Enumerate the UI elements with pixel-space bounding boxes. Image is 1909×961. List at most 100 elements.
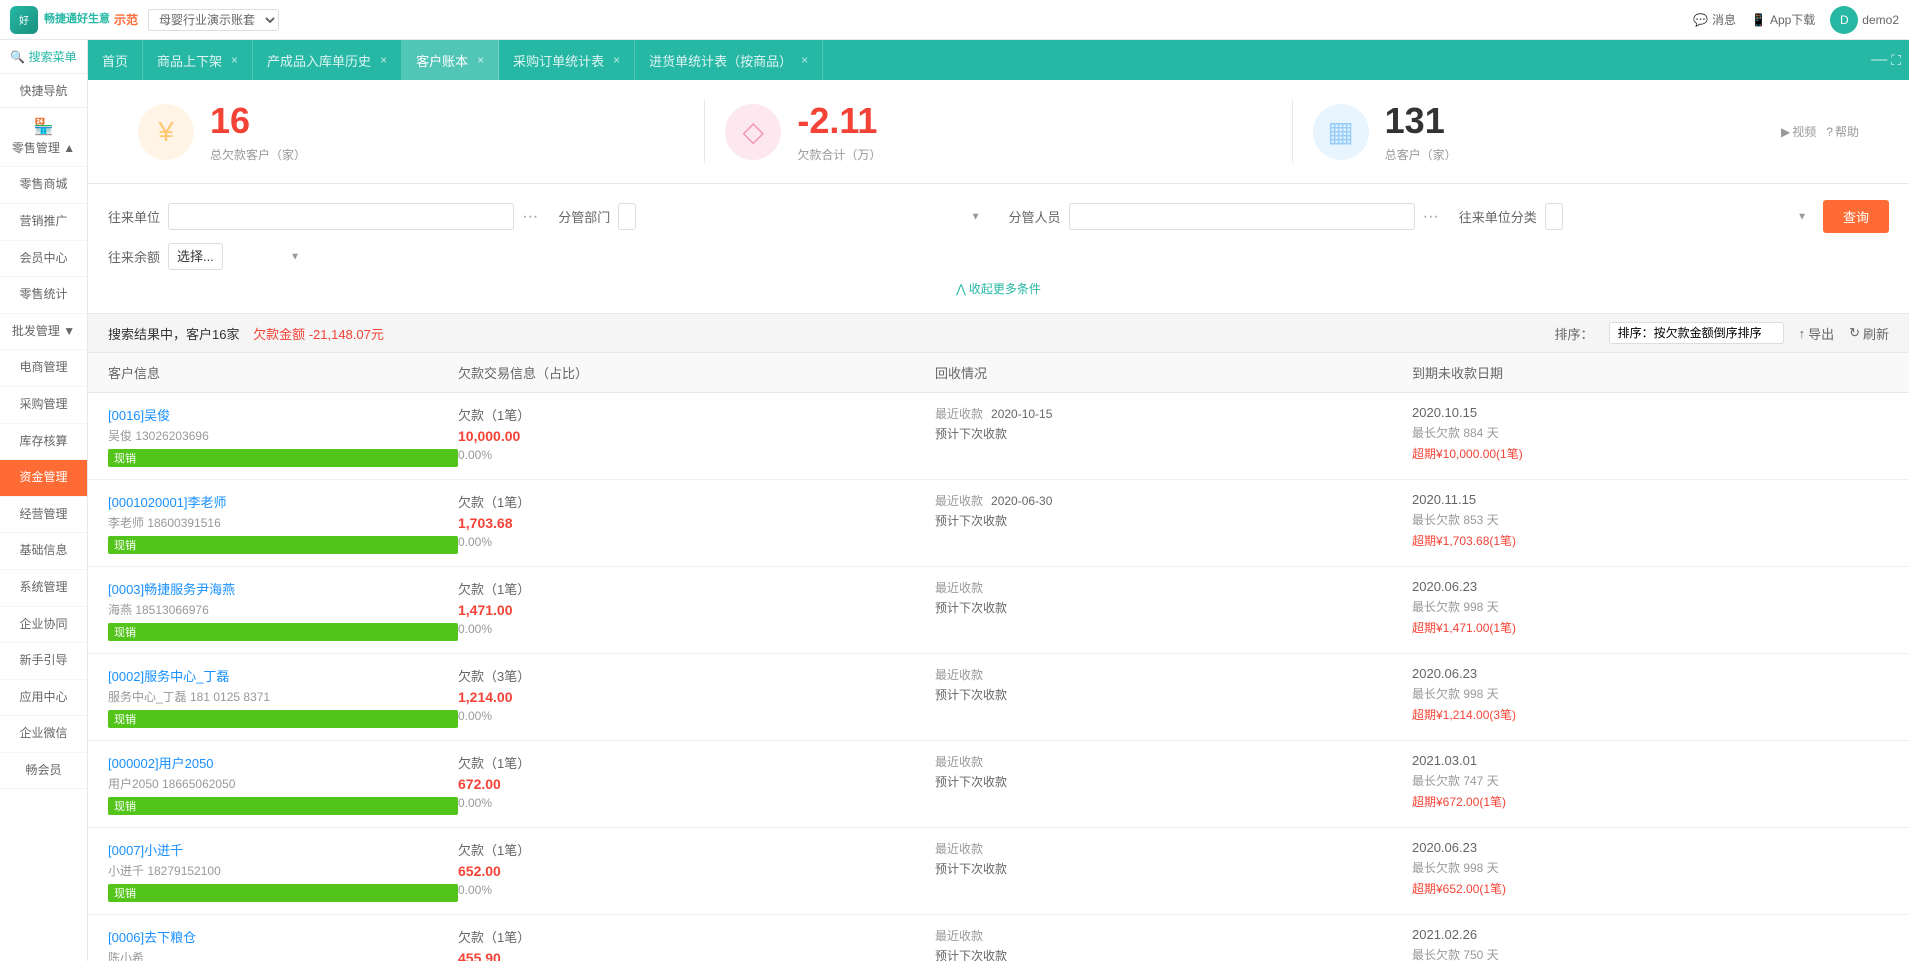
stat-card-total-customers: ▦ 131 总客户（家） ▶ 视频 ? 帮助 bbox=[1293, 100, 1879, 163]
customer-info-1: [0016]吴俊 吴俊 13026203696 现销 bbox=[108, 405, 458, 467]
sidebar-item-app-center[interactable]: 应用中心 bbox=[0, 680, 87, 717]
debt-percent-3: 0.00% bbox=[458, 622, 935, 636]
customer-name-6[interactable]: [0007]小迸千 bbox=[108, 840, 458, 859]
sidebar-item-retail-mall[interactable]: 零售商城 bbox=[0, 167, 87, 204]
overdue-amount-5[interactable]: 超期¥672.00(1笔) bbox=[1412, 793, 1889, 810]
total-customers-label: 总客户（家） bbox=[1385, 146, 1457, 163]
export-btn[interactable]: ↑ 导出 bbox=[1799, 324, 1835, 343]
debt-amount-7[interactable]: 455.90 bbox=[458, 950, 935, 961]
minimize-icon[interactable]: — bbox=[1871, 51, 1887, 69]
tab-close-purchase-order[interactable]: × bbox=[613, 53, 620, 67]
sidebar-item-member-plus[interactable]: 畅会员 bbox=[0, 753, 87, 790]
quick-nav-btn[interactable]: 快捷导航 bbox=[0, 74, 87, 108]
overdue-amount-1[interactable]: 超期¥10,000.00(1笔) bbox=[1412, 445, 1889, 462]
balance-select-wrapper: 选择... bbox=[168, 243, 308, 270]
debt-amount-6[interactable]: 652.00 bbox=[458, 863, 935, 879]
results-info: 搜索结果中，客户16家 欠款金额 -21,148.07元 bbox=[108, 324, 384, 343]
customer-phone-2: 李老师 18600391516 bbox=[108, 514, 458, 531]
sidebar-item-marketing[interactable]: 营销推广 bbox=[0, 204, 87, 241]
debt-amount-2[interactable]: 1,703.68 bbox=[458, 515, 935, 531]
sidebar-item-retail-mgmt[interactable]: 🏪 零售管理 ▲ bbox=[0, 108, 87, 167]
sidebar-item-ecommerce[interactable]: 电商管理 bbox=[0, 350, 87, 387]
manager-dots[interactable]: ··· bbox=[1423, 208, 1439, 226]
overdue-amount-4[interactable]: 超期¥1,214.00(3笔) bbox=[1412, 706, 1889, 723]
tab-production-history[interactable]: 产成品入库单历史 × bbox=[253, 40, 402, 80]
debt-info-1: 欠款（1笔） 10,000.00 0.00% bbox=[458, 405, 935, 462]
retail-mgmt-icon: 🏪 bbox=[6, 118, 81, 139]
customer-name-3[interactable]: [0003]畅捷服务尹海燕 bbox=[108, 579, 458, 598]
top-bar-right: 💬 消息 📱 App下载 D demo2 bbox=[1693, 6, 1899, 34]
table-row: [0016]吴俊 吴俊 13026203696 现销 欠款（1笔） 10,000… bbox=[88, 393, 1909, 480]
brand-label[interactable]: 示范 bbox=[114, 5, 138, 34]
app-download-btn[interactable]: 📱 App下载 bbox=[1751, 11, 1815, 28]
customer-name-4[interactable]: [0002]服务中心_丁磊 bbox=[108, 666, 458, 685]
filter-group-dept: 分管部门 bbox=[558, 203, 988, 230]
tab-close-product-listing[interactable]: × bbox=[231, 53, 238, 67]
th-due-date: 到期未收款日期 bbox=[1412, 363, 1889, 382]
logo-area: 好 畅捷通好生意 bbox=[10, 6, 110, 34]
manager-input[interactable] bbox=[1069, 203, 1415, 230]
avatar: D bbox=[1830, 6, 1858, 34]
sidebar-item-enterprise[interactable]: 企业协同 bbox=[0, 607, 87, 644]
dept-select[interactable] bbox=[618, 203, 636, 230]
debt-amount-5[interactable]: 672.00 bbox=[458, 776, 935, 792]
message-btn[interactable]: 💬 消息 bbox=[1693, 11, 1736, 28]
search-menu-btn[interactable]: 🔍 搜索菜单 bbox=[0, 40, 87, 74]
sidebar-item-wholesale-mgmt[interactable]: 批发管理 ▼ bbox=[0, 314, 87, 351]
collapse-icon: ⋀ bbox=[956, 282, 966, 296]
tab-close-production-history[interactable]: × bbox=[380, 53, 387, 67]
tab-home[interactable]: 首页 bbox=[88, 40, 143, 80]
customer-info-5: [000002]用户2050 用户2050 18665062050 现销 bbox=[108, 753, 458, 815]
debt-amount-3[interactable]: 1,471.00 bbox=[458, 602, 935, 618]
sidebar-item-operations[interactable]: 经营管理 bbox=[0, 497, 87, 534]
store-select[interactable]: 母婴行业演示账套 bbox=[148, 9, 279, 31]
sidebar-item-member[interactable]: 会员中心 bbox=[0, 241, 87, 278]
debt-amount-1[interactable]: 10,000.00 bbox=[458, 428, 935, 444]
customer-info-6: [0007]小迸千 小迸千 18279152100 现销 bbox=[108, 840, 458, 902]
customer-name-7[interactable]: [0006]去下粮仓 bbox=[108, 927, 458, 946]
view-btn[interactable]: ▶ 视频 bbox=[1781, 123, 1816, 140]
collapse-btn[interactable]: ⋀ 收起更多条件 bbox=[956, 280, 1041, 297]
tab-purchase-order[interactable]: 采购订单统计表 × bbox=[499, 40, 635, 80]
customer-name-5[interactable]: [000002]用户2050 bbox=[108, 753, 458, 772]
overdue-amount-6[interactable]: 超期¥652.00(1笔) bbox=[1412, 880, 1889, 897]
sidebar-item-retail-stats[interactable]: 零售统计 bbox=[0, 277, 87, 314]
maximize-icon[interactable]: ⛶ bbox=[1891, 52, 1901, 69]
help-icon: ? bbox=[1826, 125, 1833, 139]
content-area: 首页 商品上下架 × 产成品入库单历史 × 客户账本 × 采购订单统计表 × bbox=[88, 40, 1909, 961]
tab-close-incoming-stats[interactable]: × bbox=[801, 53, 808, 67]
due-info-5: 2021.03.01 最长欠款 747 天 超期¥672.00(1笔) bbox=[1412, 753, 1889, 810]
search-button[interactable]: 查询 bbox=[1823, 200, 1889, 233]
sort-select[interactable]: 排序：按欠款金额倒序排序 bbox=[1609, 322, 1784, 344]
tab-customer-account[interactable]: 客户账本 × bbox=[402, 40, 499, 80]
sidebar-item-purchase[interactable]: 采购管理 bbox=[0, 387, 87, 424]
debt-percent-4: 0.00% bbox=[458, 709, 935, 723]
sidebar-item-enterprise-wechat[interactable]: 企业微信 bbox=[0, 716, 87, 753]
tab-incoming-stats[interactable]: 进货单统计表（按商品） × bbox=[635, 40, 823, 80]
debt-count-5: 欠款（1笔） bbox=[458, 753, 935, 772]
overdue-amount-3[interactable]: 超期¥1,471.00(1笔) bbox=[1412, 619, 1889, 636]
help-btn[interactable]: ? 帮助 bbox=[1826, 123, 1859, 140]
refresh-btn[interactable]: ↻ 刷新 bbox=[1849, 324, 1889, 343]
tab-close-customer-account[interactable]: × bbox=[477, 53, 484, 67]
top-bar: 好 畅捷通好生意 示范 母婴行业演示账套 💬 消息 📱 App下载 D demo… bbox=[0, 0, 1909, 40]
sidebar-item-newbie[interactable]: 新手引导 bbox=[0, 643, 87, 680]
from-unit-dots[interactable]: ··· bbox=[522, 208, 538, 226]
from-unit-input[interactable] bbox=[168, 203, 514, 230]
sidebar-item-basic-info[interactable]: 基础信息 bbox=[0, 533, 87, 570]
balance-select[interactable]: 选择... bbox=[168, 243, 223, 270]
debt-amount-4[interactable]: 1,214.00 bbox=[458, 689, 935, 705]
user-area[interactable]: D demo2 bbox=[1830, 6, 1899, 34]
sidebar-item-inventory[interactable]: 库存核算 bbox=[0, 424, 87, 461]
customer-name-1[interactable]: [0016]吴俊 bbox=[108, 405, 458, 424]
filter-area: 往来单位 ··· 分管部门 bbox=[88, 184, 1909, 314]
table-row: [000002]用户2050 用户2050 18665062050 现销 欠款（… bbox=[88, 741, 1909, 828]
sidebar-item-system[interactable]: 系统管理 bbox=[0, 570, 87, 607]
customer-name-2[interactable]: [0001020001]李老师 bbox=[108, 492, 458, 511]
overdue-amount-2[interactable]: 超期¥1,703.68(1笔) bbox=[1412, 532, 1889, 549]
unit-category-select[interactable] bbox=[1545, 203, 1563, 230]
customer-tag-2: 现销 bbox=[108, 536, 458, 554]
tab-product-listing[interactable]: 商品上下架 × bbox=[143, 40, 253, 80]
sidebar-item-finance[interactable]: 资金管理 bbox=[0, 460, 87, 497]
table-container: 客户信息 欠款交易信息（占比） 回收情况 到期未收款日期 [0016]吴俊 吴俊… bbox=[88, 353, 1909, 961]
